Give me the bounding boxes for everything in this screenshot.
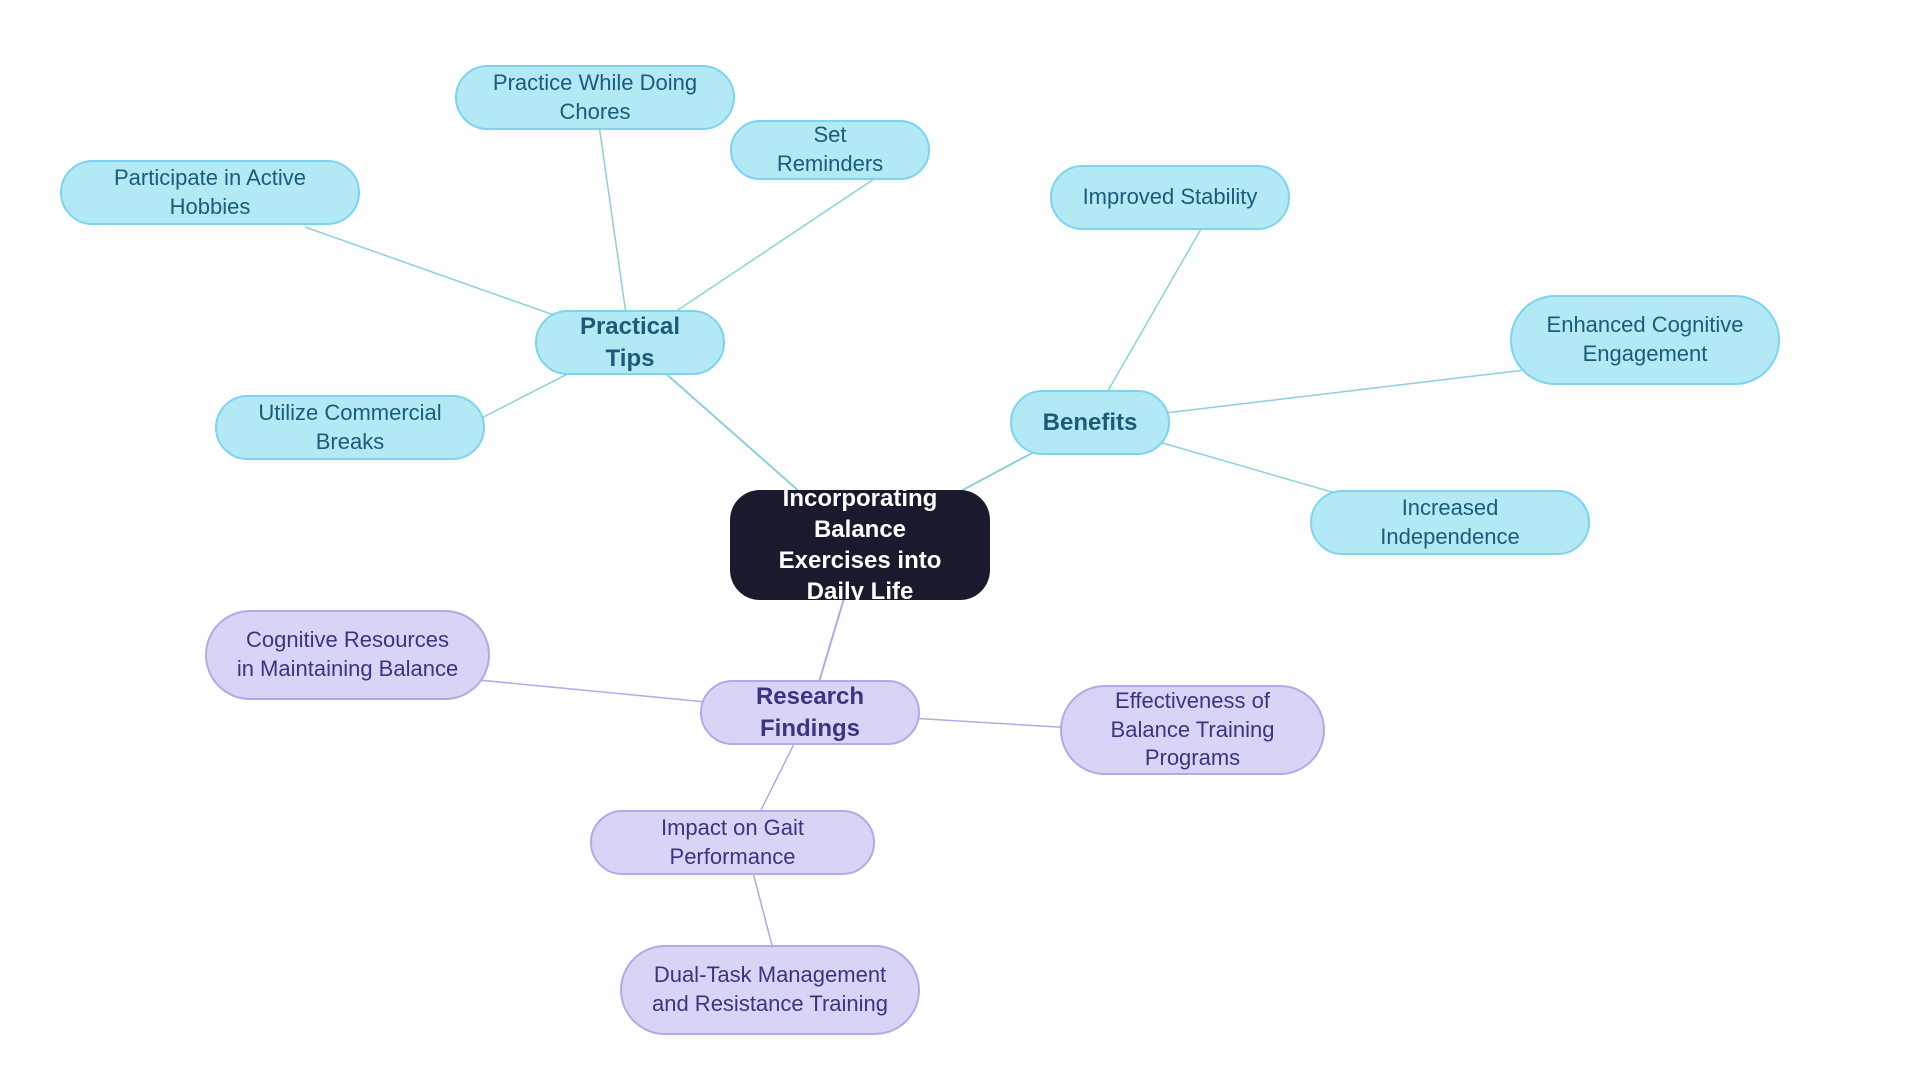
set-reminders-label: Set Reminders bbox=[760, 121, 900, 178]
utilize-breaks-node: Utilize Commercial Breaks bbox=[215, 395, 485, 460]
participate-hobbies-node: Participate in Active Hobbies bbox=[60, 160, 360, 225]
practical-tips-node: Practical Tips bbox=[535, 310, 725, 375]
practical-tips-label: Practical Tips bbox=[565, 311, 695, 373]
participate-hobbies-label: Participate in Active Hobbies bbox=[90, 164, 330, 221]
practice-chores-node: Practice While Doing Chores bbox=[455, 65, 735, 130]
research-findings-node: Research Findings bbox=[700, 680, 920, 745]
cognitive-resources-label: Cognitive Resources in Maintaining Balan… bbox=[235, 626, 460, 683]
dual-task-node: Dual-Task Management and Resistance Trai… bbox=[620, 945, 920, 1035]
improved-stability-node: Improved Stability bbox=[1050, 165, 1290, 230]
increased-independence-node: Increased Independence bbox=[1310, 490, 1590, 555]
utilize-breaks-label: Utilize Commercial Breaks bbox=[245, 399, 455, 456]
increased-independence-label: Increased Independence bbox=[1340, 494, 1560, 551]
benefits-label: Benefits bbox=[1043, 407, 1138, 438]
effectiveness-label: Effectiveness of Balance Training Progra… bbox=[1090, 687, 1295, 773]
dual-task-label: Dual-Task Management and Resistance Trai… bbox=[650, 961, 890, 1018]
improved-stability-label: Improved Stability bbox=[1083, 183, 1258, 212]
center-label: Incorporating Balance Exercises into Dai… bbox=[758, 483, 962, 608]
center-node: Incorporating Balance Exercises into Dai… bbox=[730, 490, 990, 600]
benefits-node: Benefits bbox=[1010, 390, 1170, 455]
set-reminders-node: Set Reminders bbox=[730, 120, 930, 180]
gait-performance-label: Impact on Gait Performance bbox=[620, 814, 845, 871]
research-findings-label: Research Findings bbox=[730, 681, 890, 743]
enhanced-cognitive-node: Enhanced Cognitive Engagement bbox=[1510, 295, 1780, 385]
practice-chores-label: Practice While Doing Chores bbox=[485, 69, 705, 126]
gait-performance-node: Impact on Gait Performance bbox=[590, 810, 875, 875]
enhanced-cognitive-label: Enhanced Cognitive Engagement bbox=[1540, 311, 1750, 368]
effectiveness-node: Effectiveness of Balance Training Progra… bbox=[1060, 685, 1325, 775]
cognitive-resources-node: Cognitive Resources in Maintaining Balan… bbox=[205, 610, 490, 700]
